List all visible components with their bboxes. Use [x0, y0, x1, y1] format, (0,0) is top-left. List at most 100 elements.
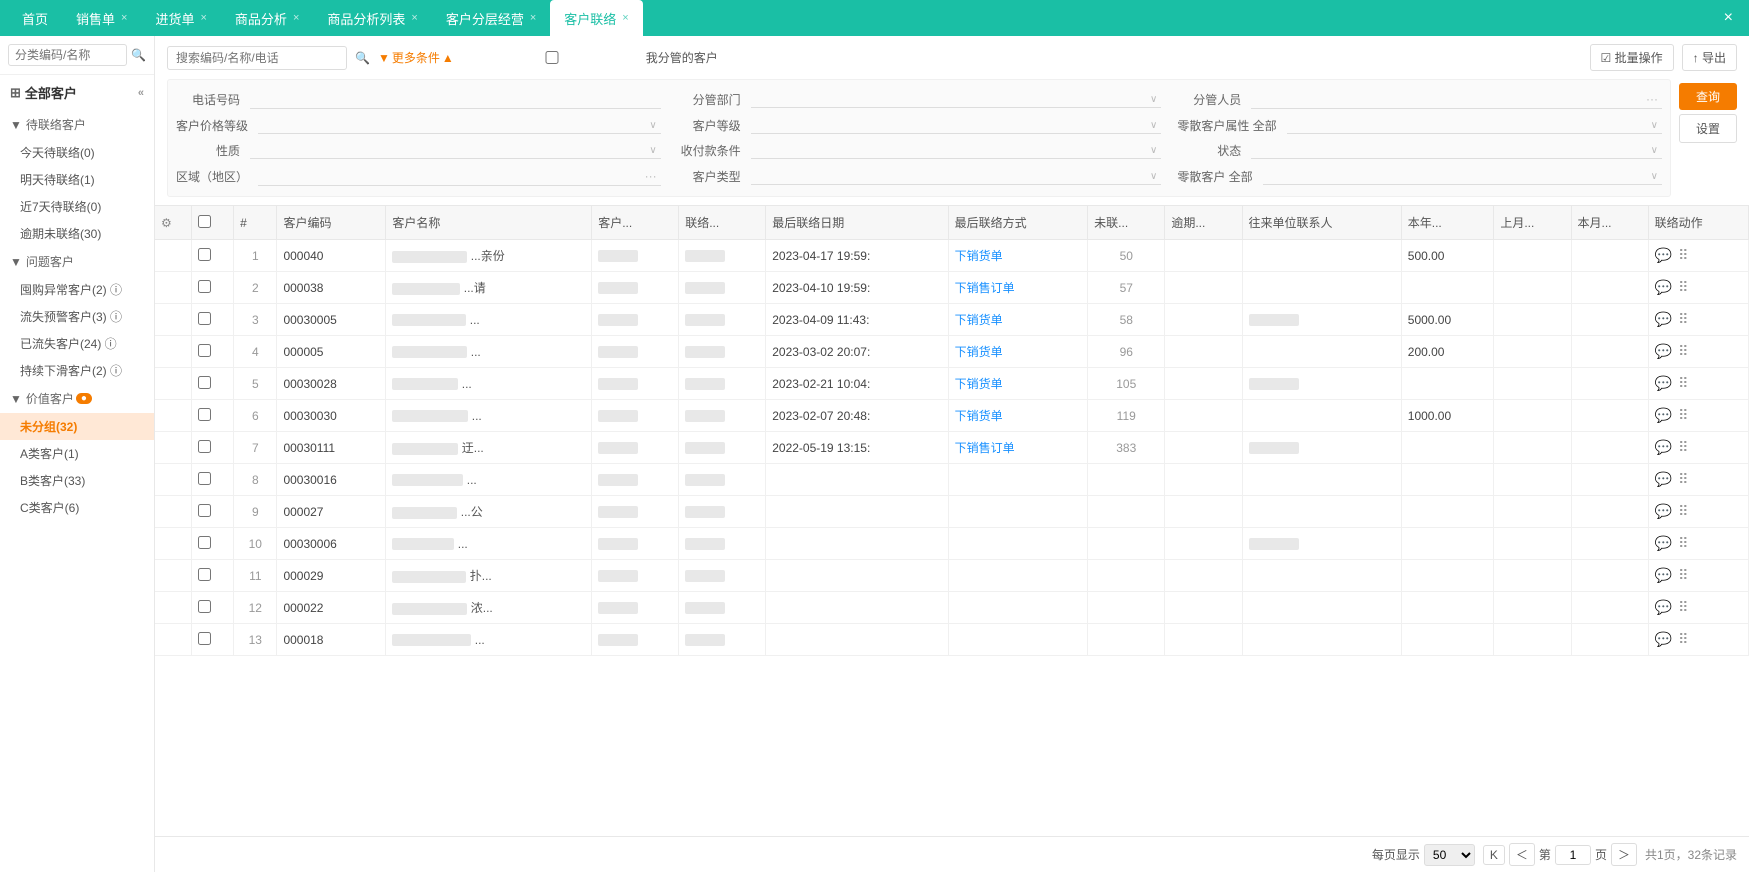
more-action-icon[interactable]: ⠿ [1678, 631, 1688, 648]
close-tab-contact[interactable]: × [622, 12, 628, 24]
col-checkbox[interactable] [191, 206, 234, 240]
col-not-contact[interactable]: 未联... [1088, 206, 1165, 240]
row-last-way[interactable]: 下销货单 [948, 336, 1088, 368]
close-tab-sales-order[interactable]: × [121, 12, 127, 24]
more-action-icon[interactable]: ⠿ [1678, 407, 1688, 424]
row-select-cell[interactable] [191, 272, 234, 304]
more-action-icon[interactable]: ⠿ [1678, 279, 1688, 296]
retail-attr-select[interactable]: ∨ [1287, 118, 1662, 134]
row-select-cell[interactable] [191, 560, 234, 592]
row-actions[interactable]: 💬⠿ [1648, 240, 1748, 272]
last-way-link[interactable]: 下销货单 [955, 313, 1003, 327]
row-actions[interactable]: 💬⠿ [1648, 272, 1748, 304]
row-actions[interactable]: 💬⠿ [1648, 592, 1748, 624]
select-all-checkbox[interactable] [198, 215, 211, 228]
sidebar-item-today[interactable]: 今天待联络(0) [0, 139, 154, 166]
main-search-input[interactable] [167, 46, 347, 70]
sidebar-item-overdue[interactable]: 逾期未联络(30) [0, 220, 154, 247]
col-last-month[interactable]: 上月... [1494, 206, 1571, 240]
region-more-icon[interactable]: ··· [645, 169, 657, 183]
contact-icon[interactable]: 💬 [1655, 311, 1672, 328]
last-way-link[interactable]: 下销售订单 [955, 441, 1015, 455]
contact-icon[interactable]: 💬 [1655, 599, 1672, 616]
dept-select[interactable]: ∨ [751, 92, 1162, 108]
row-select-cell[interactable] [191, 240, 234, 272]
group-problem-customers[interactable]: ▼ 问题客户 [0, 247, 154, 276]
row-last-way[interactable] [948, 528, 1088, 560]
contact-icon[interactable]: 💬 [1655, 279, 1672, 296]
sidebar-item-class-a[interactable]: A类客户(1) [0, 440, 154, 467]
tab-sales-order[interactable]: 销售单 × [62, 0, 141, 36]
sidebar-item-class-c[interactable]: C类客户(6) [0, 494, 154, 521]
row-checkbox[interactable] [198, 504, 211, 517]
row-select-cell[interactable] [191, 528, 234, 560]
contact-icon[interactable]: 💬 [1655, 375, 1672, 392]
col-last-date[interactable]: 最后联络日期 [766, 206, 948, 240]
next-page-button[interactable]: ＞ [1611, 843, 1637, 866]
last-way-link[interactable]: 下销货单 [955, 345, 1003, 359]
sidebar-item-lost[interactable]: 已流失客户(24) ⓘ [0, 330, 154, 357]
page-number-input[interactable] [1555, 845, 1591, 865]
row-last-way[interactable] [948, 624, 1088, 656]
col-overdue[interactable]: 逾期... [1165, 206, 1242, 240]
contact-icon[interactable]: 💬 [1655, 503, 1672, 520]
first-page-button[interactable]: K [1483, 845, 1505, 865]
manager-select[interactable]: ··· [1251, 90, 1662, 109]
contact-icon[interactable]: 💬 [1655, 343, 1672, 360]
row-checkbox[interactable] [198, 312, 211, 325]
row-last-way[interactable] [948, 592, 1088, 624]
row-actions[interactable]: 💬⠿ [1648, 432, 1748, 464]
row-checkbox[interactable] [198, 248, 211, 261]
row-actions[interactable]: 💬⠿ [1648, 624, 1748, 656]
row-last-way[interactable]: 下销货单 [948, 240, 1088, 272]
row-last-way[interactable] [948, 464, 1088, 496]
tab-customer-contact[interactable]: 客户联络 × [550, 0, 642, 36]
home-tab[interactable]: 首页 [8, 9, 62, 28]
col-contacts[interactable]: 往来单位联系人 [1242, 206, 1401, 240]
contact-icon[interactable]: 💬 [1655, 471, 1672, 488]
region-select[interactable]: ··· [258, 167, 661, 186]
row-select-cell[interactable] [191, 400, 234, 432]
more-action-icon[interactable]: ⠿ [1678, 311, 1688, 328]
row-last-way[interactable] [948, 496, 1088, 528]
row-last-way[interactable]: 下销货单 [948, 400, 1088, 432]
more-action-icon[interactable]: ⠿ [1678, 439, 1688, 456]
row-checkbox[interactable] [198, 280, 211, 293]
sidebar-search-icon[interactable]: 🔍 [131, 48, 146, 62]
row-checkbox[interactable] [198, 408, 211, 421]
contact-icon[interactable]: 💬 [1655, 439, 1672, 456]
row-select-cell[interactable] [191, 624, 234, 656]
col-code[interactable]: 客户编码 [277, 206, 386, 240]
tab-purchase-order[interactable]: 进货单 × [141, 0, 220, 36]
my-customers-checkbox[interactable]: 我分管的客户 [462, 49, 718, 66]
row-checkbox[interactable] [198, 536, 211, 549]
sidebar-item-attrition-warn[interactable]: 流失预警客户(3) ⓘ [0, 303, 154, 330]
contact-icon[interactable]: 💬 [1655, 567, 1672, 584]
tab-customer-tier[interactable]: 客户分层经营 × [432, 0, 550, 36]
query-button[interactable]: 查询 [1679, 83, 1737, 110]
retail-select[interactable]: ∨ [1263, 169, 1662, 185]
sidebar-item-ungrouped[interactable]: 未分组(32) [0, 413, 154, 440]
last-way-link[interactable]: 下销货单 [955, 409, 1003, 423]
sidebar-item-declining[interactable]: 持续下滑客户(2) ⓘ [0, 357, 154, 384]
row-actions[interactable]: 💬⠿ [1648, 560, 1748, 592]
tab-product-analysis-list[interactable]: 商品分析列表 × [313, 0, 431, 36]
settings-icon[interactable]: ⚙ [161, 216, 172, 230]
row-checkbox[interactable] [198, 472, 211, 485]
sidebar-item-class-b[interactable]: B类客户(33) [0, 467, 154, 494]
last-way-link[interactable]: 下销货单 [955, 377, 1003, 391]
phone-input[interactable] [250, 90, 661, 109]
price-level-select[interactable]: ∨ [258, 118, 661, 134]
pay-terms-select[interactable]: ∨ [751, 143, 1162, 159]
row-actions[interactable]: 💬⠿ [1648, 368, 1748, 400]
more-action-icon[interactable]: ⠿ [1678, 375, 1688, 392]
per-page-select[interactable]: 50 20 100 [1424, 844, 1475, 866]
col-this-month[interactable]: 本月... [1571, 206, 1648, 240]
row-actions[interactable]: 💬⠿ [1648, 304, 1748, 336]
row-checkbox[interactable] [198, 568, 211, 581]
status-select[interactable]: ∨ [1251, 143, 1662, 159]
row-last-way[interactable]: 下销货单 [948, 304, 1088, 336]
row-checkbox[interactable] [198, 600, 211, 613]
row-select-cell[interactable] [191, 496, 234, 528]
col-settings[interactable]: ⚙ [155, 206, 191, 240]
